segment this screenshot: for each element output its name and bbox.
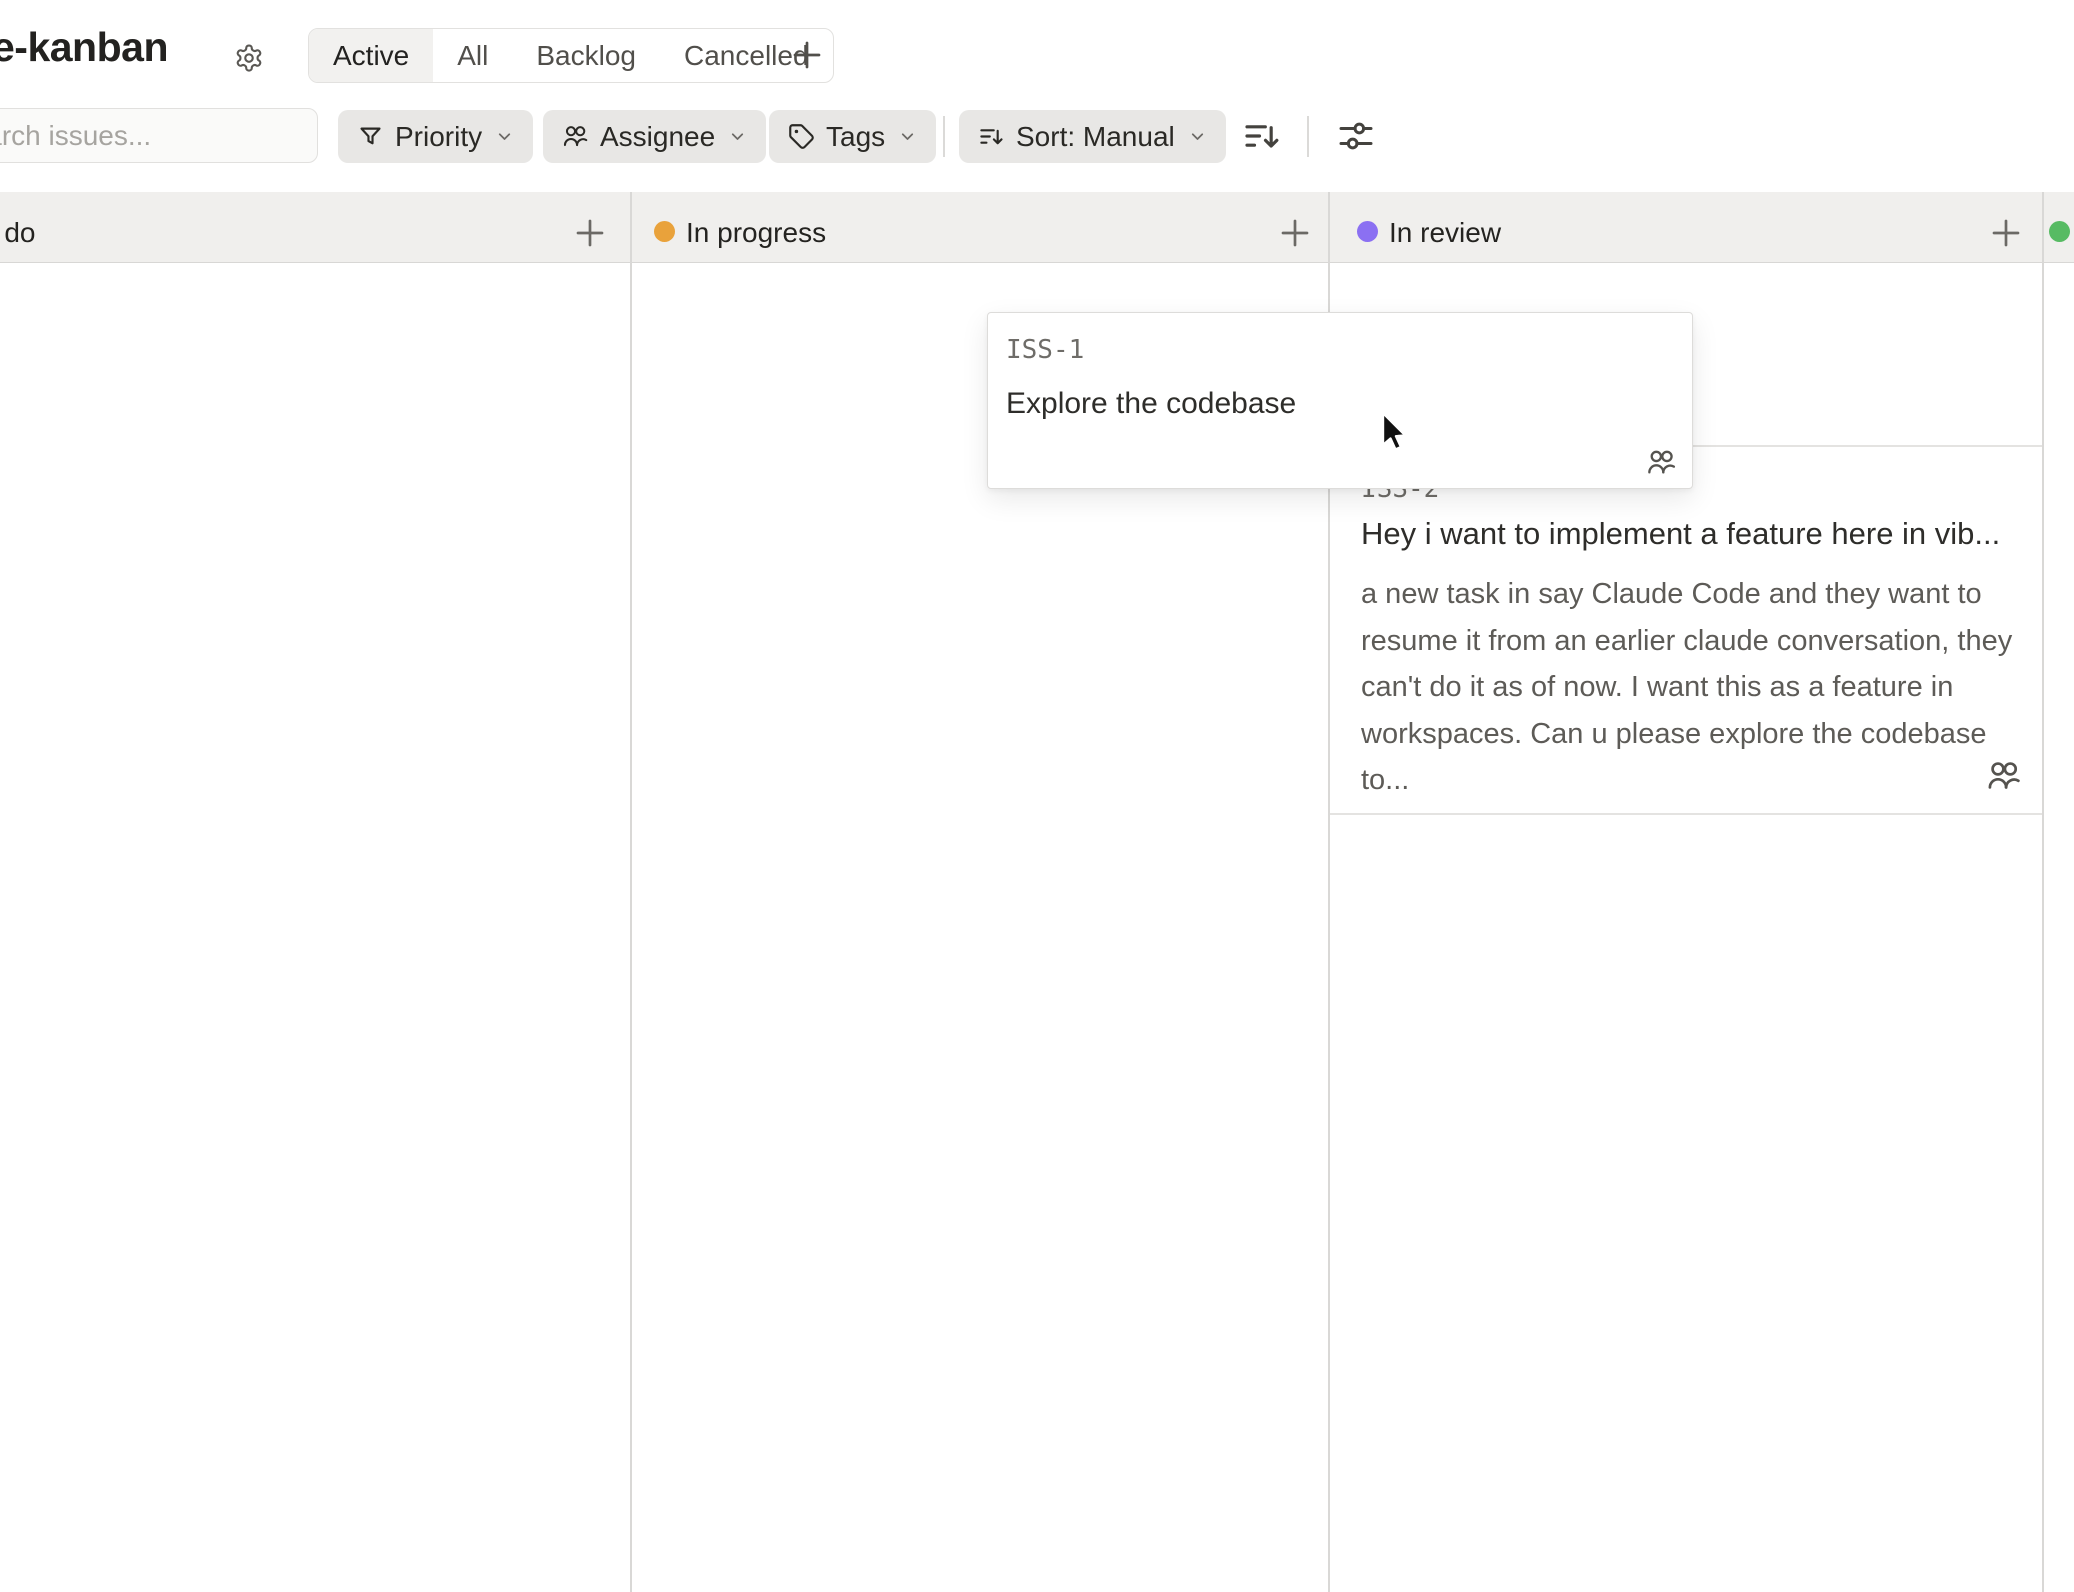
status-dot xyxy=(654,221,675,242)
column-title-todo: To do xyxy=(0,217,36,249)
priority-filter-label: Priority xyxy=(395,121,482,153)
sort-descending-icon xyxy=(978,123,1005,150)
tags-filter-label: Tags xyxy=(826,121,885,153)
tags-filter-button[interactable]: Tags xyxy=(769,110,936,163)
priority-filter-button[interactable]: Priority xyxy=(338,110,533,163)
sort-descending-icon[interactable] xyxy=(1242,116,1282,156)
drag-preview-card[interactable]: ISS-1 Explore the codebase xyxy=(987,312,1693,489)
chevron-down-icon xyxy=(1188,127,1207,146)
tag-icon xyxy=(788,123,815,150)
status-dot xyxy=(2049,221,2070,242)
search-input[interactable] xyxy=(0,108,318,163)
column-header-band xyxy=(0,192,2074,263)
column-title-in-review: In review xyxy=(1389,217,1501,249)
mouse-cursor xyxy=(1380,411,1414,457)
assignee-filter-label: Assignee xyxy=(600,121,715,153)
column-divider xyxy=(630,192,632,1592)
sort-button[interactable]: Sort: Manual xyxy=(959,110,1226,163)
chevron-down-icon xyxy=(898,127,917,146)
page-title: e-kanban xyxy=(0,24,168,71)
users-icon xyxy=(1646,447,1677,478)
funnel-icon xyxy=(357,123,384,150)
card-separator xyxy=(1330,813,2042,815)
toolbar-divider xyxy=(943,116,945,157)
status-dot xyxy=(1357,221,1378,242)
chevron-down-icon xyxy=(728,127,747,146)
sort-label: Sort: Manual xyxy=(1016,121,1175,153)
plus-icon[interactable] xyxy=(572,215,608,251)
tab-active[interactable]: Active xyxy=(309,29,433,82)
plus-icon[interactable] xyxy=(789,37,825,73)
issue-card-title[interactable]: Hey i want to implement a feature here i… xyxy=(1361,516,2023,552)
issue-id: ISS-1 xyxy=(1006,335,1084,365)
tab-all[interactable]: All xyxy=(433,29,512,82)
sliders-icon[interactable] xyxy=(1336,116,1376,156)
kanban-app: e-kanban Active All Backlog Cancelled Pr… xyxy=(0,0,2074,1592)
tab-backlog[interactable]: Backlog xyxy=(512,29,660,82)
users-icon xyxy=(1986,758,2022,794)
chevron-down-icon xyxy=(495,127,514,146)
issue-card-description: a new task in say Claude Code and they w… xyxy=(1361,571,2033,804)
issue-card-title: Explore the codebase xyxy=(1006,387,1296,421)
plus-icon[interactable] xyxy=(1988,215,2024,251)
plus-icon[interactable] xyxy=(1277,215,1313,251)
view-tabs: Active All Backlog Cancelled xyxy=(308,28,834,83)
assignee-filter-button[interactable]: Assignee xyxy=(543,110,766,163)
toolbar-divider xyxy=(1307,116,1309,157)
column-title-in-progress: In progress xyxy=(686,217,826,249)
column-divider xyxy=(2042,192,2044,1592)
gear-icon[interactable] xyxy=(234,43,264,73)
users-icon xyxy=(562,123,589,150)
